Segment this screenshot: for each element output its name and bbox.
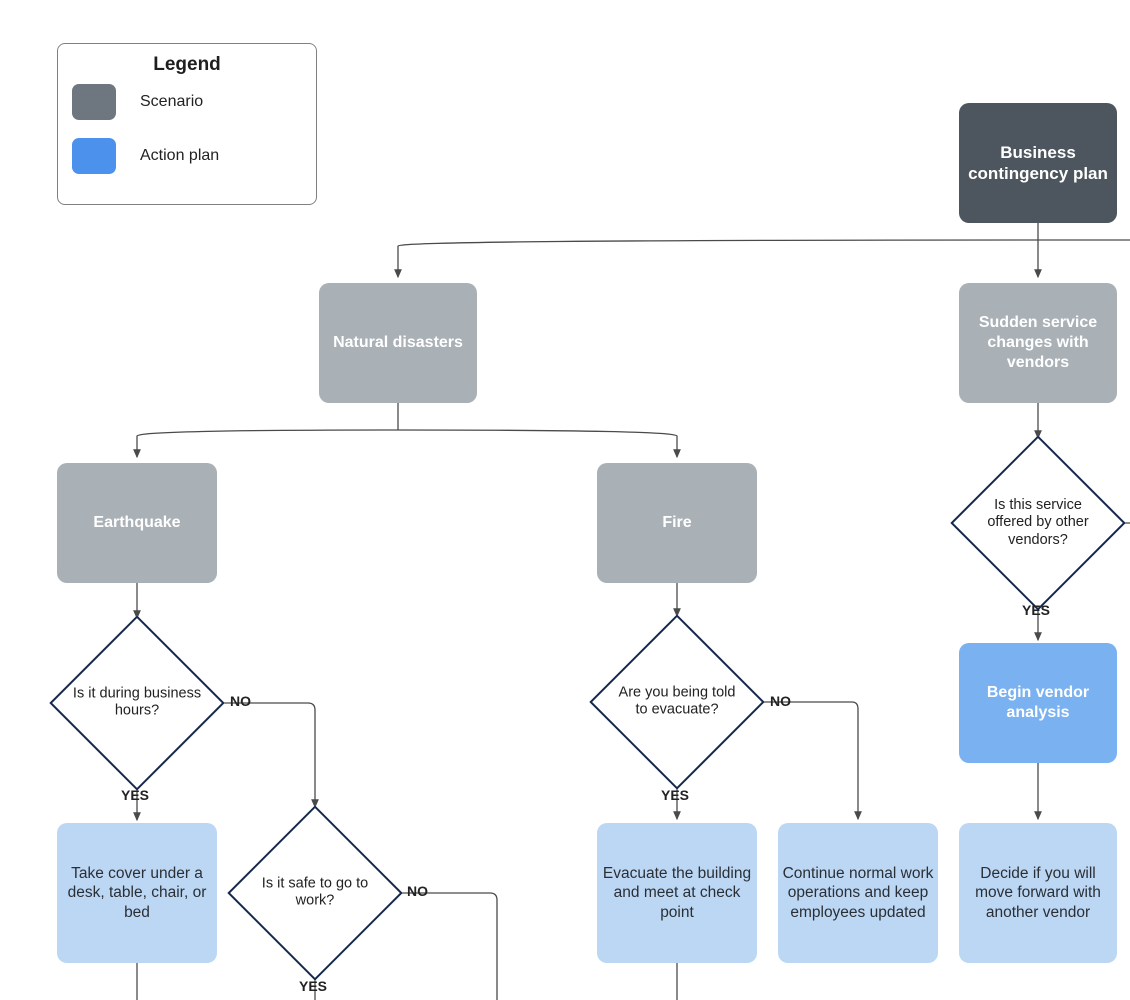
label-yes-bizhours: YES [119, 787, 151, 803]
label-no-safework: NO [405, 883, 430, 899]
decision-evacuate: Are you being told to evacuate? [592, 617, 762, 787]
decision-other-vendors: Is this service offered by other vendors… [953, 438, 1123, 608]
node-earthquake: Earthquake [57, 463, 217, 583]
legend-box: Legend Scenario Action plan [57, 43, 317, 205]
swatch-action [72, 138, 116, 174]
decision-business-hours-text: Is it during business hours? [72, 686, 202, 721]
action-decide-vendor: Decide if you will move forward with ano… [959, 823, 1117, 963]
label-yes-safework: YES [297, 978, 329, 994]
decision-evacuate-text: Are you being told to evacuate? [612, 685, 742, 720]
flowchart-canvas: Legend Scenario Action plan [0, 0, 1130, 1000]
node-root: Business contingency plan [959, 103, 1117, 223]
legend-label-scenario: Scenario [140, 93, 203, 111]
action-continue-ops-text: Continue normal work operations and keep… [778, 860, 938, 926]
legend-row-action: Action plan [72, 138, 316, 174]
action-decide-vendor-text: Decide if you will move forward with ano… [959, 860, 1117, 926]
label-no-evac: NO [768, 693, 793, 709]
decision-other-vendors-text: Is this service offered by other vendors… [973, 497, 1103, 549]
node-root-label: Business contingency plan [959, 138, 1117, 189]
node-fire: Fire [597, 463, 757, 583]
action-continue-ops: Continue normal work operations and keep… [778, 823, 938, 963]
action-evacuate-meet: Evacuate the building and meet at check … [597, 823, 757, 963]
node-earthquake-label: Earthquake [89, 509, 184, 537]
action-vendor-analysis-text: Begin vendor analysis [959, 679, 1117, 727]
action-take-cover-text: Take cover under a desk, table, chair, o… [57, 860, 217, 926]
legend-row-scenario: Scenario [72, 84, 316, 120]
action-vendor-analysis: Begin vendor analysis [959, 643, 1117, 763]
swatch-scenario [72, 84, 116, 120]
legend-title: Legend [58, 54, 316, 76]
label-yes-vendor: YES [1020, 602, 1052, 618]
node-vendors-label: Sudden service changes with vendors [959, 309, 1117, 377]
decision-safe-work-text: Is it safe to go to work? [250, 876, 380, 911]
action-take-cover: Take cover under a desk, table, chair, o… [57, 823, 217, 963]
label-yes-evac: YES [659, 787, 691, 803]
decision-safe-work: Is it safe to go to work? [230, 808, 400, 978]
node-vendors: Sudden service changes with vendors [959, 283, 1117, 403]
decision-business-hours: Is it during business hours? [52, 618, 222, 788]
node-fire-label: Fire [658, 509, 695, 537]
action-evacuate-meet-text: Evacuate the building and meet at check … [597, 860, 757, 926]
label-no-bizhours: NO [228, 693, 253, 709]
legend-label-action: Action plan [140, 147, 219, 165]
node-natural-disasters: Natural disasters [319, 283, 477, 403]
node-natural-label: Natural disasters [329, 329, 467, 357]
